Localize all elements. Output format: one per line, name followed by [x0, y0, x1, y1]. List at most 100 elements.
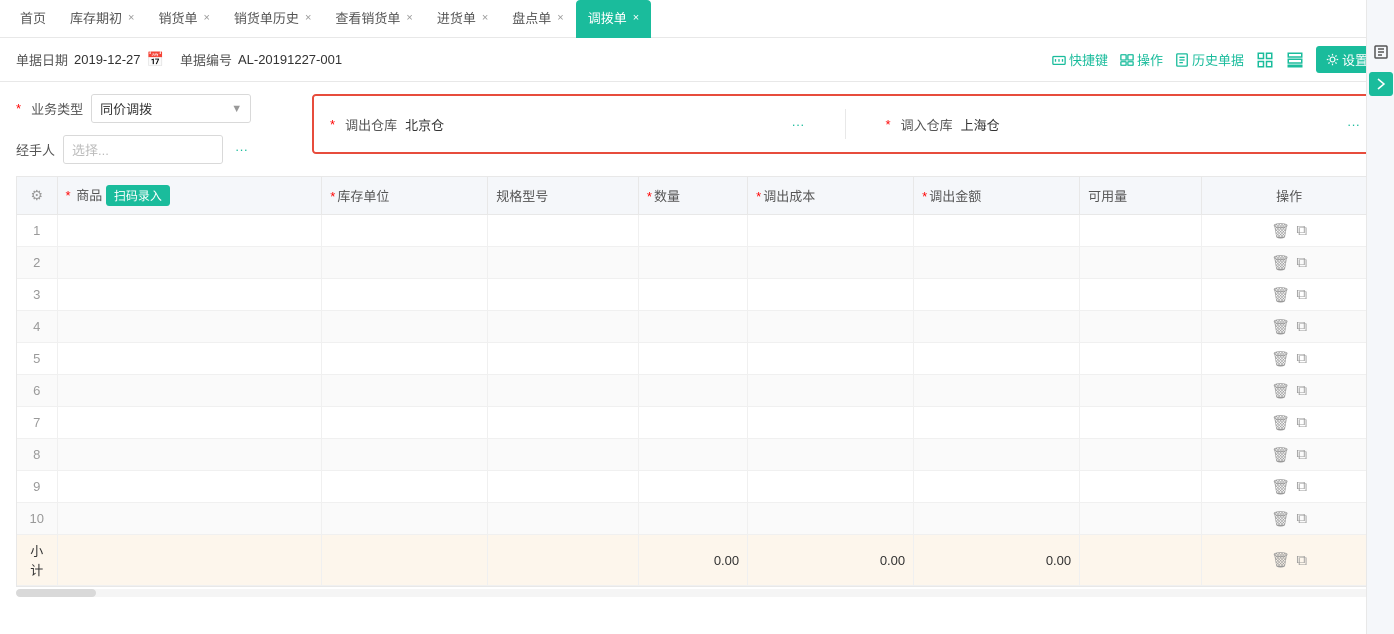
unit-cell[interactable]	[322, 439, 488, 471]
available-cell[interactable]	[1080, 343, 1202, 375]
copy-icon[interactable]: ⧉	[1296, 350, 1307, 367]
tab-close-inventory-init[interactable]: ×	[128, 12, 134, 24]
available-cell[interactable]	[1080, 407, 1202, 439]
copy-icon[interactable]: ⧉	[1296, 478, 1307, 495]
product-cell[interactable]	[57, 439, 322, 471]
quantity-cell[interactable]	[638, 343, 747, 375]
tab-purchase-order[interactable]: 进货单 ×	[425, 0, 500, 38]
spec-cell[interactable]	[488, 503, 639, 535]
spec-cell[interactable]	[488, 247, 639, 279]
transfer-cost-cell[interactable]	[748, 247, 914, 279]
available-cell[interactable]	[1080, 471, 1202, 503]
unit-cell[interactable]	[322, 279, 488, 311]
transfer-cost-cell[interactable]	[748, 311, 914, 343]
transfer-amount-cell[interactable]	[914, 311, 1080, 343]
delete-icon[interactable]: 🗑	[1271, 382, 1290, 400]
product-cell[interactable]	[57, 407, 322, 439]
tab-home[interactable]: 首页	[8, 0, 58, 38]
available-cell[interactable]	[1080, 375, 1202, 407]
quantity-cell[interactable]	[638, 375, 747, 407]
product-cell[interactable]	[57, 375, 322, 407]
column-settings-icon[interactable]: ⚙	[30, 187, 43, 203]
tab-view-sales[interactable]: 查看销货单 ×	[323, 0, 424, 38]
handler-select[interactable]: 选择...	[63, 135, 223, 164]
copy-icon[interactable]: ⧉	[1296, 382, 1307, 399]
transfer-cost-cell[interactable]	[748, 375, 914, 407]
history-action[interactable]: 历史单据	[1175, 50, 1244, 69]
product-cell[interactable]	[57, 311, 322, 343]
delete-icon[interactable]: 🗑	[1271, 286, 1290, 304]
shortcut-action[interactable]: 快捷键	[1052, 50, 1108, 69]
transfer-amount-cell[interactable]	[914, 343, 1080, 375]
tab-close-transfer-order[interactable]: ×	[633, 12, 639, 24]
product-cell[interactable]	[57, 343, 322, 375]
spec-cell[interactable]	[488, 375, 639, 407]
layout-icon[interactable]	[1256, 51, 1274, 69]
business-type-select[interactable]: 同价调拨 ▼	[91, 94, 251, 123]
unit-cell[interactable]	[322, 471, 488, 503]
spec-cell[interactable]	[488, 439, 639, 471]
spec-cell[interactable]	[488, 343, 639, 375]
available-cell[interactable]	[1080, 247, 1202, 279]
transfer-amount-cell[interactable]	[914, 375, 1080, 407]
available-cell[interactable]	[1080, 279, 1202, 311]
tab-transfer-order[interactable]: 调拨单 ×	[576, 0, 651, 38]
available-cell[interactable]	[1080, 503, 1202, 535]
transfer-amount-cell[interactable]	[914, 471, 1080, 503]
transfer-cost-cell[interactable]	[748, 407, 914, 439]
quantity-cell[interactable]	[638, 471, 747, 503]
unit-cell[interactable]	[322, 503, 488, 535]
transfer-amount-cell[interactable]	[914, 439, 1080, 471]
transfer-amount-cell[interactable]	[914, 247, 1080, 279]
operation-action[interactable]: 操作	[1120, 50, 1163, 69]
th-settings[interactable]: ⚙	[17, 177, 57, 215]
product-cell[interactable]	[57, 279, 322, 311]
delete-icon[interactable]: 🗑	[1271, 222, 1290, 240]
quantity-cell[interactable]	[638, 247, 747, 279]
delete-icon[interactable]: 🗑	[1271, 510, 1290, 528]
tab-inventory-init[interactable]: 库存期初 ×	[58, 0, 146, 38]
sidebar-expand-icon[interactable]	[1369, 72, 1393, 96]
quantity-cell[interactable]	[638, 279, 747, 311]
scrollbar-area[interactable]	[16, 589, 1378, 597]
transfer-cost-cell[interactable]	[748, 279, 914, 311]
unit-cell[interactable]	[322, 375, 488, 407]
available-cell[interactable]	[1080, 439, 1202, 471]
tab-sales-order[interactable]: 销货单 ×	[146, 0, 221, 38]
spec-cell[interactable]	[488, 279, 639, 311]
sidebar-list-icon[interactable]	[1369, 40, 1393, 64]
quantity-cell[interactable]	[638, 215, 747, 247]
transfer-amount-cell[interactable]	[914, 215, 1080, 247]
delete-icon[interactable]: 🗑	[1271, 414, 1290, 432]
unit-cell[interactable]	[322, 215, 488, 247]
delete-icon[interactable]: 🗑	[1271, 254, 1290, 272]
transfer-cost-cell[interactable]	[748, 503, 914, 535]
spec-cell[interactable]	[488, 311, 639, 343]
delete-icon[interactable]: 🗑	[1271, 446, 1290, 464]
unit-cell[interactable]	[322, 247, 488, 279]
copy-icon[interactable]: ⧉	[1296, 446, 1307, 463]
calendar-icon[interactable]: 📅	[147, 51, 164, 68]
copy-icon[interactable]: ⧉	[1296, 318, 1307, 335]
transfer-amount-cell[interactable]	[914, 407, 1080, 439]
tab-sales-history[interactable]: 销货单历史 ×	[222, 0, 323, 38]
spec-cell[interactable]	[488, 471, 639, 503]
copy-icon[interactable]: ⧉	[1296, 222, 1307, 239]
transfer-cost-cell[interactable]	[748, 215, 914, 247]
tab-close-purchase-order[interactable]: ×	[482, 12, 488, 24]
tab-close-sales-history[interactable]: ×	[305, 12, 311, 24]
delete-icon[interactable]: 🗑	[1271, 350, 1290, 368]
delete-icon[interactable]: 🗑	[1271, 318, 1290, 336]
transfer-cost-cell[interactable]	[748, 343, 914, 375]
tab-close-inventory-check[interactable]: ×	[557, 12, 563, 24]
layout2-icon[interactable]	[1286, 51, 1304, 69]
transfer-cost-cell[interactable]	[748, 439, 914, 471]
delete-icon[interactable]: 🗑	[1271, 551, 1290, 569]
tab-close-sales-order[interactable]: ×	[203, 12, 209, 24]
available-cell[interactable]	[1080, 215, 1202, 247]
quantity-cell[interactable]	[638, 439, 747, 471]
spec-cell[interactable]	[488, 407, 639, 439]
unit-cell[interactable]	[322, 343, 488, 375]
copy-icon[interactable]: ⧉	[1296, 552, 1307, 569]
unit-cell[interactable]	[322, 407, 488, 439]
